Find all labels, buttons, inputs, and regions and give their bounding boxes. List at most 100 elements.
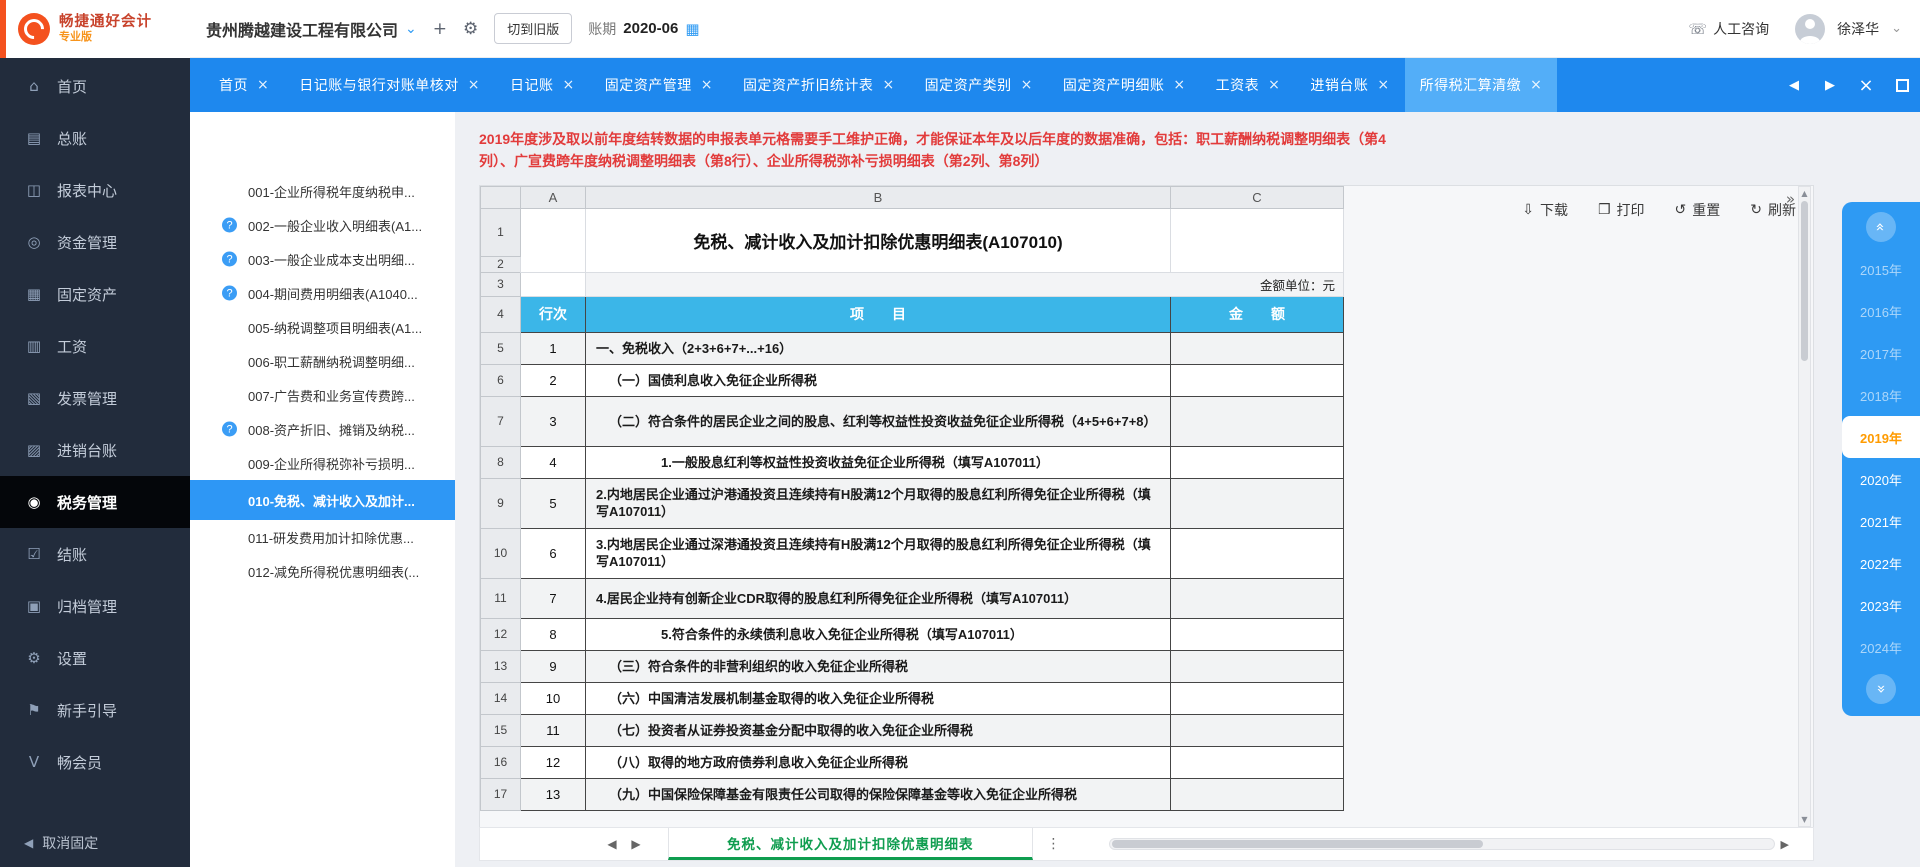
tab-close-icon[interactable]: × — [1377, 77, 1389, 93]
tab-5[interactable]: 固定资产折旧统计表 × — [728, 58, 910, 112]
gear-icon[interactable]: ⚙ — [463, 19, 478, 39]
row-number-6[interactable]: 6 — [480, 363, 521, 397]
row-number-8[interactable]: 8 — [480, 445, 521, 479]
help-icon[interactable]: ? — [222, 251, 237, 267]
report-item-9[interactable]: 009-企业所得税弥补亏损明... — [190, 446, 455, 480]
line-number-cell[interactable]: 13 — [520, 777, 586, 811]
tab-close-icon[interactable]: × — [562, 77, 574, 93]
switch-old-version-button[interactable]: 切到旧版 — [494, 13, 573, 44]
report-item-2[interactable]: ? 002-一般企业收入明细表(A1... — [190, 208, 455, 242]
sidebar-item-13[interactable]: ⚑ 新手引导 — [0, 684, 190, 736]
download-button[interactable]: ⇩ 下载 — [1522, 200, 1568, 220]
row-number-17[interactable]: 17 — [480, 777, 521, 811]
report-item-1[interactable]: 001-企业所得税年度纳税申... — [190, 174, 455, 208]
help-icon[interactable]: ? — [222, 217, 237, 233]
user-menu-chevron-icon[interactable]: ⌄ — [1891, 21, 1902, 36]
fullscreen-icon[interactable] — [1884, 58, 1920, 112]
sidebar-item-14[interactable]: Ⅴ 畅会员 — [0, 736, 190, 788]
sheet-tab[interactable]: 免税、减计收入及加计扣除优惠明细表 — [668, 828, 1033, 860]
report-item-3[interactable]: ? 003-一般企业成本支出明细... — [190, 242, 455, 276]
row-number-16[interactable]: 16 — [480, 745, 521, 779]
year-item-2020[interactable]: 2020年 — [1842, 458, 1920, 500]
item-text-cell[interactable]: （八）取得的地方政府债券利息收入免征企业所得税 — [585, 745, 1171, 779]
horizontal-scroll-thumb[interactable] — [1111, 840, 1484, 848]
report-item-5[interactable]: 005-纳税调整项目明细表(A1... — [190, 310, 455, 344]
row-number-15[interactable]: 15 — [480, 713, 521, 747]
amount-cell[interactable] — [1170, 777, 1344, 811]
vertical-scrollbar[interactable]: ▲ ▼ — [1798, 185, 1811, 827]
report-item-12[interactable]: 012-减免所得税优惠明细表(... — [190, 554, 455, 588]
item-text-cell[interactable]: 3.内地居民企业通过深港通投资且连续持有H股满12个月取得的股息红利所得免征企业… — [585, 527, 1171, 579]
row-number-14[interactable]: 14 — [480, 681, 521, 715]
tab-9[interactable]: 进销台账 × — [1295, 58, 1404, 112]
item-text-cell[interactable]: （六）中国清洁发展机制基金取得的收入免征企业所得税 — [585, 681, 1171, 715]
tab-close-icon[interactable]: × — [1530, 77, 1542, 93]
item-text-cell[interactable]: 2.内地居民企业通过沪港通投资且连续持有H股满12个月取得的股息红利所得免征企业… — [585, 477, 1171, 529]
support-button[interactable]: ☏ 人工咨询 — [1688, 19, 1769, 39]
report-item-10[interactable]: 010-免税、减计收入及加计...« — [190, 480, 455, 520]
sidebar-item-6[interactable]: ▥ 工资 — [0, 320, 190, 372]
year-item-2015[interactable]: 2015年 — [1842, 248, 1920, 290]
tab-close-icon[interactable]: × — [701, 77, 713, 93]
item-text-cell[interactable]: 一、免税收入（2+3+6+7+...+16） — [585, 331, 1171, 365]
tab-8[interactable]: 工资表 × — [1201, 58, 1296, 112]
cell-a1[interactable] — [520, 207, 586, 273]
amount-cell[interactable] — [1170, 363, 1344, 397]
sidebar-item-12[interactable]: ⚙ 设置 — [0, 632, 190, 684]
line-number-cell[interactable]: 3 — [520, 395, 586, 447]
column-header-B[interactable]: B — [585, 185, 1171, 209]
help-icon[interactable]: ? — [222, 421, 237, 437]
sheet-next-icon[interactable]: ▶ — [624, 837, 648, 851]
amount-cell[interactable] — [1170, 681, 1344, 715]
row-number-3[interactable]: 3 — [480, 271, 521, 297]
scroll-down-icon[interactable]: ▼ — [1799, 815, 1810, 824]
scroll-right-icon[interactable]: ▶ — [1781, 838, 1789, 851]
amount-cell[interactable] — [1170, 617, 1344, 651]
line-number-cell[interactable]: 5 — [520, 477, 586, 529]
tab-4[interactable]: 固定资产管理 × — [590, 58, 728, 112]
table-header-line[interactable]: 行次 — [520, 295, 586, 333]
cell-a3[interactable] — [520, 271, 586, 297]
item-text-cell[interactable]: （九）中国保险保障基金有限责任公司取得的保险保障基金等收入免征企业所得税 — [585, 777, 1171, 811]
sidebar-item-3[interactable]: ◫ 报表中心 — [0, 164, 190, 216]
row-number-4[interactable]: 4 — [480, 295, 521, 333]
sidebar-item-7[interactable]: ▧ 发票管理 — [0, 372, 190, 424]
tabs-scroll-left-icon[interactable]: ◀ — [1776, 58, 1812, 112]
amount-cell[interactable] — [1170, 649, 1344, 683]
year-item-2022[interactable]: 2022年 — [1842, 542, 1920, 584]
line-number-cell[interactable]: 9 — [520, 649, 586, 683]
amount-cell[interactable] — [1170, 527, 1344, 579]
row-number-11[interactable]: 11 — [480, 577, 521, 619]
item-text-cell[interactable]: 5.符合条件的永续债利息收入免征企业所得税（填写A107011） — [585, 617, 1171, 651]
amount-cell[interactable] — [1170, 331, 1344, 365]
horizontal-scrollbar[interactable] — [1108, 838, 1775, 850]
report-item-7[interactable]: 007-广告费和业务宣传费跨... — [190, 378, 455, 412]
line-number-cell[interactable]: 4 — [520, 445, 586, 479]
amount-cell[interactable] — [1170, 713, 1344, 747]
reset-button[interactable]: ↺ 重置 — [1675, 200, 1721, 220]
tab-close-icon[interactable]: × — [468, 77, 480, 93]
report-item-6[interactable]: 006-职工薪酬纳税调整明细... — [190, 344, 455, 378]
year-item-2016[interactable]: 2016年 — [1842, 290, 1920, 332]
sheet-prev-icon[interactable]: ◀ — [600, 837, 624, 851]
accounting-period[interactable]: 账期 2020-06 ▦ — [588, 19, 699, 39]
line-number-cell[interactable]: 12 — [520, 745, 586, 779]
item-text-cell[interactable]: （七）投资者从证券投资基金分配中取得的收入免征企业所得税 — [585, 713, 1171, 747]
tab-3[interactable]: 日记账 × — [495, 58, 590, 112]
sidebar-item-9[interactable]: ◉ 税务管理 — [0, 476, 190, 528]
amount-cell[interactable] — [1170, 477, 1344, 529]
sheet-corner-cell[interactable] — [480, 185, 521, 209]
year-item-2024[interactable]: 2024年 — [1842, 626, 1920, 668]
tab-close-icon[interactable]: × — [1173, 77, 1185, 93]
tab-1[interactable]: 首页 × — [204, 58, 284, 112]
item-text-cell[interactable]: （三）符合条件的非营利组织的收入免征企业所得税 — [585, 649, 1171, 683]
row-number-7[interactable]: 7 — [480, 395, 521, 447]
tab-2[interactable]: 日记账与银行对账单核对 × — [284, 58, 495, 112]
sidebar-item-8[interactable]: ▨ 进销台账 — [0, 424, 190, 476]
row-number-12[interactable]: 12 — [480, 617, 521, 651]
sidebar-item-5[interactable]: ▦ 固定资产 — [0, 268, 190, 320]
report-item-8[interactable]: ? 008-资产折旧、摊销及纳税... — [190, 412, 455, 446]
sidebar-item-1[interactable]: ⌂ 首页 — [0, 60, 190, 112]
item-text-cell[interactable]: 4.居民企业持有创新企业CDR取得的股息红利所得免征企业所得税（填写A10701… — [585, 577, 1171, 619]
year-item-2019[interactable]: 2019年 — [1842, 416, 1920, 458]
